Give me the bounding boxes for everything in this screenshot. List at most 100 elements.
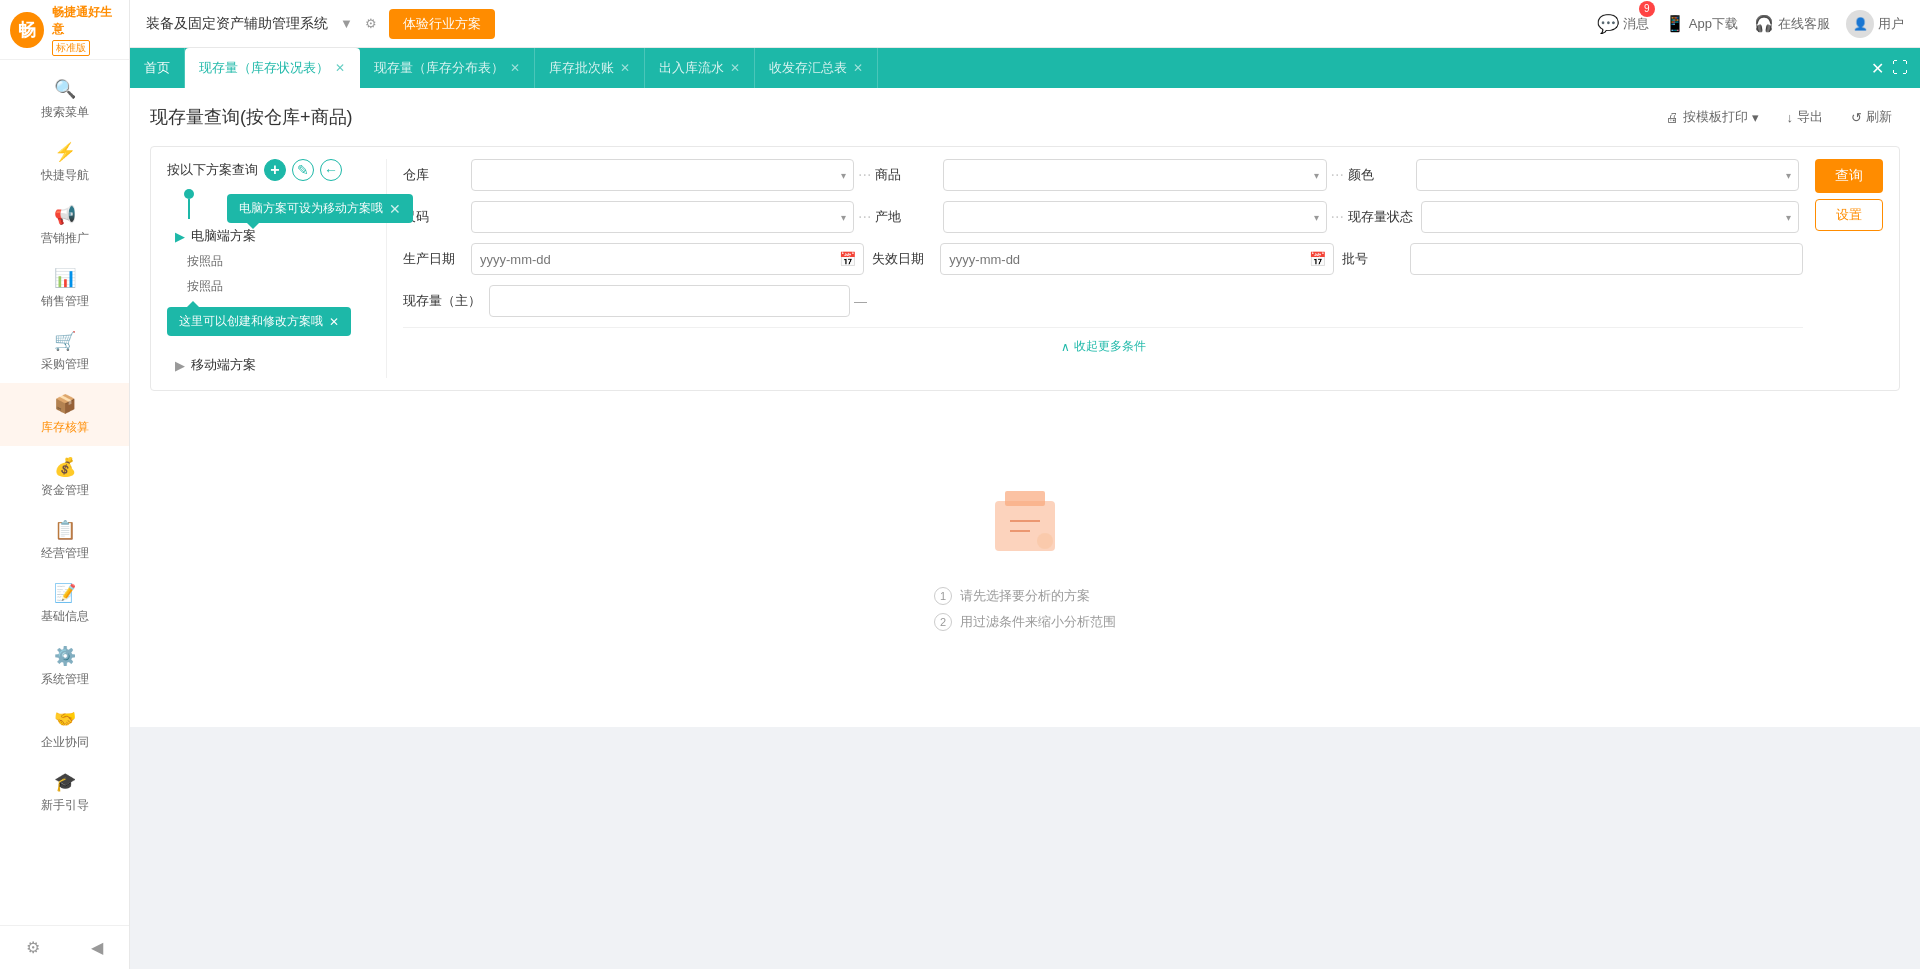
- color-select[interactable]: [1416, 159, 1799, 191]
- size-select[interactable]: [471, 201, 854, 233]
- product-dots[interactable]: ···: [1331, 166, 1344, 184]
- sidebar-item-label: 资金管理: [41, 482, 89, 499]
- tooltip1-close[interactable]: ✕: [389, 201, 401, 217]
- add-scheme-btn[interactable]: +: [264, 159, 286, 181]
- tip-num-1: 1: [934, 587, 952, 605]
- tab-inventory-dist-close[interactable]: ✕: [510, 61, 520, 75]
- collapse-btn[interactable]: ∧ 收起更多条件: [403, 327, 1803, 365]
- sidebar-item-marketing[interactable]: 📢 营销推广: [0, 194, 129, 257]
- exp-date-input[interactable]: [940, 243, 1333, 275]
- tab-batch-account[interactable]: 库存批次账 ✕: [535, 48, 645, 88]
- tab-receive-summary-label: 收发存汇总表: [769, 59, 847, 77]
- export-btn[interactable]: ↓ 导出: [1779, 104, 1832, 130]
- query-btn[interactable]: 查询: [1815, 159, 1883, 193]
- sidebar-item-sales[interactable]: 📊 销售管理: [0, 257, 129, 320]
- filter-origin: 产地 ▾: [875, 201, 1326, 233]
- edit-scheme-btn[interactable]: ✎: [292, 159, 314, 181]
- tab-inout-flow[interactable]: 出入库流水 ✕: [645, 48, 755, 88]
- sidebar-item-basic[interactable]: 📝 基础信息: [0, 572, 129, 635]
- sidebar-item-label: 快捷导航: [41, 167, 89, 184]
- tab-inout-flow-close[interactable]: ✕: [730, 61, 740, 75]
- app-download-btn[interactable]: 📱 App下载: [1665, 14, 1738, 33]
- scheme-mobile-section: ▶ 移动端方案: [167, 352, 374, 378]
- scheme-child-1[interactable]: 按照品: [187, 249, 374, 274]
- message-btn[interactable]: 💬 9 9 消息: [1597, 13, 1649, 35]
- inventory-icon: 📦: [54, 393, 76, 415]
- tooltip1: 电脑方案可设为移动方案哦 ✕: [227, 194, 413, 223]
- size-dots[interactable]: ···: [858, 208, 871, 226]
- header-right: 💬 9 9 消息 📱 App下载 🎧 在线客服 👤 用户: [1597, 10, 1904, 38]
- newbie-icon: 🎓: [54, 771, 76, 793]
- prod-date-input[interactable]: [471, 243, 864, 275]
- collapse-label: 收起更多条件: [1074, 338, 1146, 355]
- filter-size: 尺码 ▾: [403, 201, 854, 233]
- batch-input[interactable]: [1410, 243, 1803, 275]
- sidebar-item-search[interactable]: 🔍 搜索菜单: [0, 68, 129, 131]
- scheme-child-2[interactable]: 按照品: [187, 274, 374, 299]
- product-select[interactable]: [943, 159, 1326, 191]
- origin-label: 产地: [875, 208, 935, 226]
- origin-select[interactable]: [943, 201, 1326, 233]
- empty-tips: 1 请先选择要分析的方案 2 用过滤条件来缩小分析范围: [934, 587, 1116, 631]
- tooltip2-close[interactable]: ✕: [329, 315, 339, 329]
- scheme-pc[interactable]: ▶ 电脑端方案: [167, 223, 374, 249]
- tab-home[interactable]: 首页: [130, 48, 185, 88]
- filter-container: 按以下方案查询 + ✎ ← 电脑方案可设为移动方案哦 ✕: [167, 159, 1883, 378]
- settings-icon[interactable]: ⚙: [26, 938, 40, 957]
- app-download-label: App下载: [1689, 15, 1738, 33]
- user-profile-btn[interactable]: 👤 用户: [1846, 10, 1904, 38]
- tab-bar-right: ✕ ⛶: [1871, 59, 1920, 78]
- system-name: 装备及固定资产辅助管理系统: [146, 15, 328, 33]
- tab-receive-summary-close[interactable]: ✕: [853, 61, 863, 75]
- sidebar-item-label: 系统管理: [41, 671, 89, 688]
- filter-row-1: 仓库 ▾ ··· 商品: [403, 159, 1803, 191]
- tab-receive-summary[interactable]: 收发存汇总表 ✕: [755, 48, 878, 88]
- industry-btn[interactable]: 体验行业方案: [389, 9, 495, 39]
- prod-date-label: 生产日期: [403, 250, 463, 268]
- sidebar-item-label: 库存核算: [41, 419, 89, 436]
- scheme-children: 按照品 按照品: [167, 249, 374, 299]
- sidebar-item-enterprise[interactable]: 🤝 企业协同: [0, 698, 129, 761]
- settings-gear-icon[interactable]: ⚙: [365, 16, 377, 31]
- scheme-expand-icon: ▶: [175, 229, 185, 244]
- sidebar-item-system[interactable]: ⚙️ 系统管理: [0, 635, 129, 698]
- tab-maximize-icon[interactable]: ⛶: [1892, 59, 1908, 77]
- warehouse-select[interactable]: [471, 159, 854, 191]
- inv-status-select[interactable]: [1421, 201, 1799, 233]
- online-support-btn[interactable]: 🎧 在线客服: [1754, 14, 1830, 33]
- arrow-scheme-btn[interactable]: ←: [320, 159, 342, 181]
- filter-row-4: 现存量（主） —: [403, 285, 1803, 317]
- tab-inventory-status-close[interactable]: ✕: [335, 61, 345, 75]
- warehouse-label: 仓库: [403, 166, 463, 184]
- tab-close-all-icon[interactable]: ✕: [1871, 59, 1884, 78]
- tab-inventory-dist[interactable]: 现存量（库存分布表） ✕: [360, 48, 535, 88]
- query-btns: 查询 设置: [1815, 159, 1883, 378]
- sidebar-item-purchase[interactable]: 🛒 采购管理: [0, 320, 129, 383]
- sidebar-item-finance[interactable]: 💰 资金管理: [0, 446, 129, 509]
- sidebar-item-inventory[interactable]: 📦 库存核算: [0, 383, 129, 446]
- filter-section: 按以下方案查询 + ✎ ← 电脑方案可设为移动方案哦 ✕: [150, 146, 1900, 391]
- inv-main-label: 现存量（主）: [403, 292, 481, 310]
- marketing-icon: 📢: [54, 204, 76, 226]
- empty-state: 1 请先选择要分析的方案 2 用过滤条件来缩小分析范围: [150, 391, 1900, 711]
- batch-label: 批号: [1342, 250, 1402, 268]
- refresh-btn[interactable]: ↺ 刷新: [1843, 104, 1900, 130]
- sidebar-item-operation[interactable]: 📋 经营管理: [0, 509, 129, 572]
- reset-btn[interactable]: 设置: [1815, 199, 1883, 231]
- chevron-down-icon: ▾: [1752, 110, 1759, 125]
- tip-text-1: 请先选择要分析的方案: [960, 587, 1090, 605]
- collapse-icon[interactable]: ◀: [91, 938, 103, 957]
- inv-status-label: 现存量状态: [1348, 208, 1413, 226]
- filter-left-panel: 按以下方案查询 + ✎ ← 电脑方案可设为移动方案哦 ✕: [167, 159, 387, 378]
- inv-main-min-input[interactable]: [489, 285, 850, 317]
- sidebar-item-shortcut[interactable]: ⚡ 快捷导航: [0, 131, 129, 194]
- origin-dots[interactable]: ···: [1331, 208, 1344, 226]
- tab-inventory-status[interactable]: 现存量（库存状况表） ✕: [185, 48, 360, 88]
- sidebar-item-newbie[interactable]: 🎓 新手引导: [0, 761, 129, 824]
- tab-batch-account-close[interactable]: ✕: [620, 61, 630, 75]
- scheme-mobile[interactable]: ▶ 移动端方案: [167, 352, 374, 378]
- warehouse-dots[interactable]: ···: [858, 166, 871, 184]
- print-btn[interactable]: 🖨 按模板打印 ▾: [1658, 104, 1767, 130]
- filter-warehouse: 仓库 ▾: [403, 159, 854, 191]
- sidebar-item-label: 采购管理: [41, 356, 89, 373]
